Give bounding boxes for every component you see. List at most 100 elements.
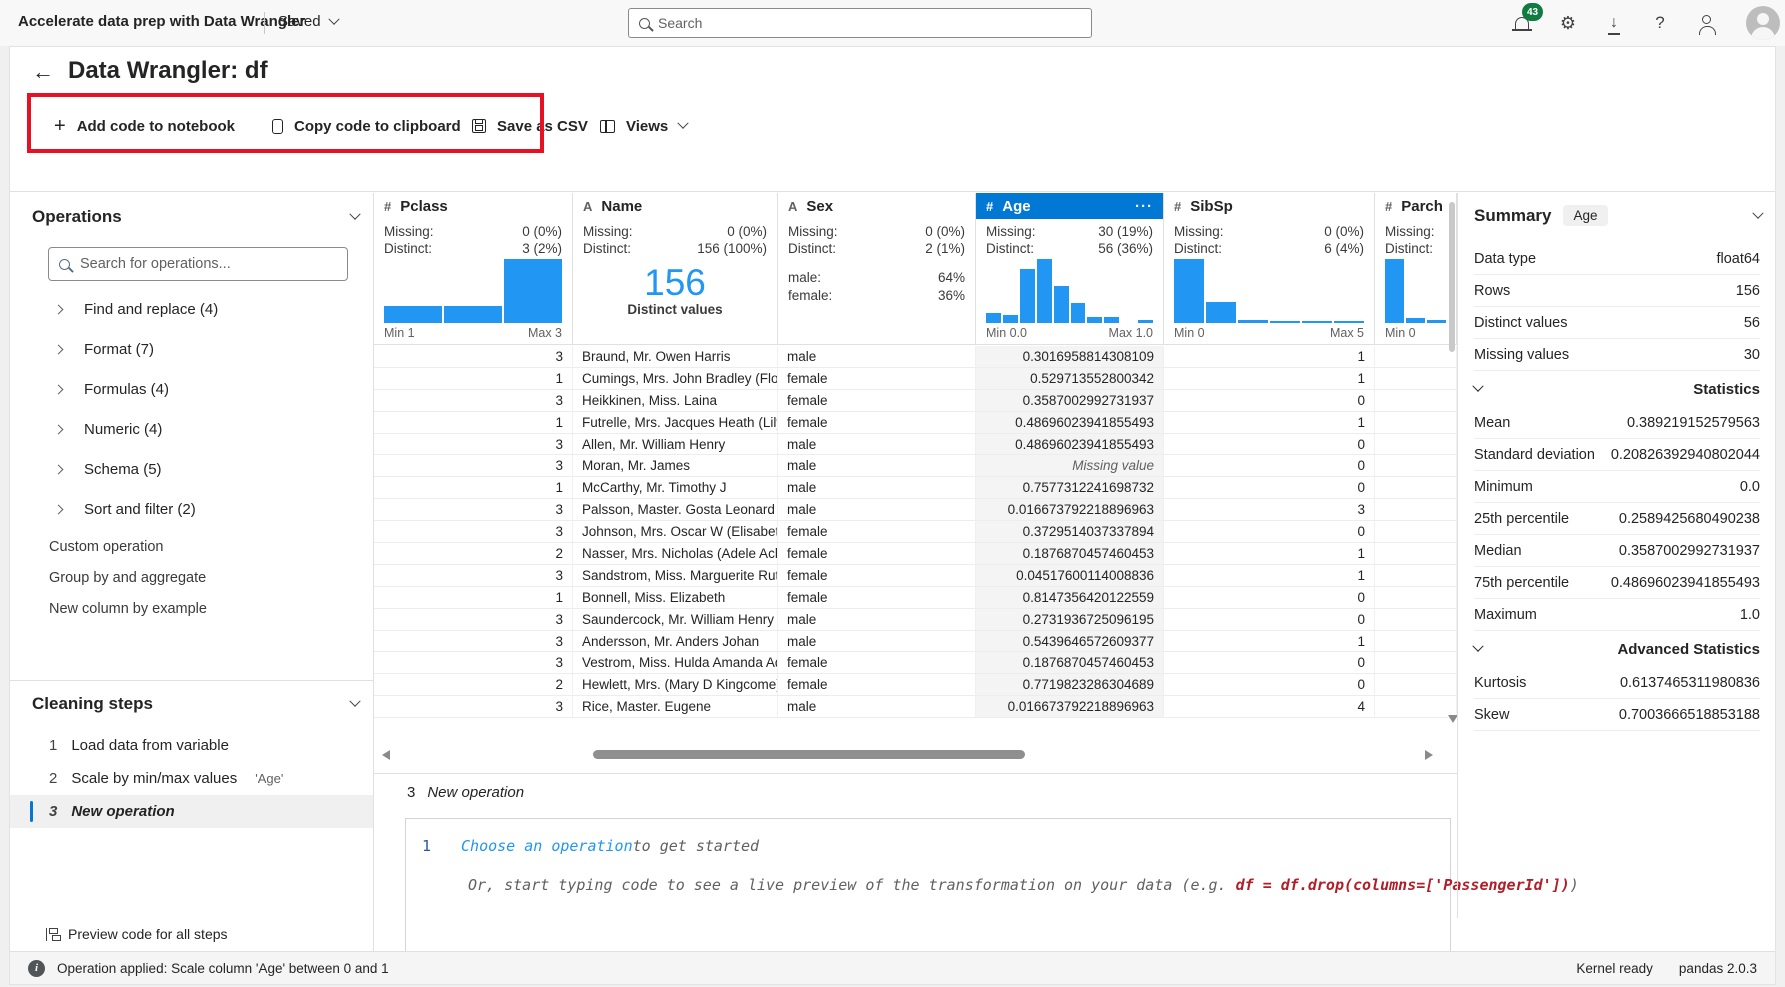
summary-value: 30	[1743, 346, 1760, 363]
cell-age: 0.3587002992731937	[976, 389, 1164, 411]
download-button[interactable]: ↓	[1602, 12, 1626, 35]
cell-age: 0.5439646572609377	[976, 630, 1164, 652]
copy-code-button[interactable]: Copy code to clipboard	[272, 113, 461, 139]
column-title-pclass[interactable]: # Pclass	[374, 193, 572, 219]
operations-search[interactable]	[48, 247, 348, 281]
histogram-bar	[986, 312, 1001, 323]
cell-name: Heikkinen, Miss. Laina	[573, 389, 778, 411]
cell-pclass: 3	[374, 499, 573, 521]
code-preview-icon	[46, 927, 61, 941]
operations-group-label: Numeric (4)	[84, 420, 163, 438]
table-row: 1 McCarthy, Mr. Timothy Jmale 0.7577312241…	[374, 477, 1457, 500]
cell-sibsp: 1	[1164, 346, 1375, 367]
cell-pclass: 3	[374, 455, 573, 477]
operations-group-numeric-[interactable]: Numeric (4)	[10, 409, 373, 449]
feedback-button[interactable]	[1694, 12, 1718, 35]
cell-parch	[1375, 630, 1457, 652]
cell-sex: female	[778, 367, 976, 389]
add-code-to-notebook-button[interactable]: + Add code to notebook	[54, 113, 235, 139]
vertical-scroll-thumb[interactable]	[1449, 202, 1455, 352]
chevron-right-icon	[53, 384, 64, 394]
column-title-age[interactable]: # Age ···	[976, 193, 1163, 219]
column-title-sex[interactable]: A Sex	[778, 193, 975, 219]
avatar[interactable]	[1746, 6, 1780, 40]
save-as-csv-button[interactable]: Save as CSV	[472, 113, 588, 139]
download-icon: ↓	[1608, 14, 1620, 35]
collapse-summary-icon[interactable]	[1752, 207, 1764, 219]
collapse-cleaning-steps-icon[interactable]	[349, 695, 361, 707]
vertical-scrollbar[interactable]	[1447, 200, 1456, 720]
column-title-parch[interactable]: # Parch	[1375, 193, 1456, 219]
cell-sibsp: 0	[1164, 477, 1375, 499]
cell-parch	[1375, 389, 1457, 411]
horizontal-scrollbar[interactable]	[374, 747, 1457, 763]
search-input[interactable]	[658, 15, 1081, 31]
operations-group-sort-and-filter-[interactable]: Sort and filter (2)	[10, 489, 373, 529]
cleaning-step-2[interactable]: 2 Scale by min/max values 'Age'	[10, 762, 373, 795]
scroll-left-arrow[interactable]	[382, 750, 390, 760]
table-row: 1Cumings, Mrs. John Bradley (Florencfema…	[374, 367, 1457, 390]
distinct-count-caption: Distinct values	[627, 301, 723, 317]
distinct-count-number: 156	[644, 261, 706, 303]
column-title-sibsp[interactable]: # SibSp	[1164, 193, 1374, 219]
help-button[interactable]: ?	[1648, 12, 1672, 34]
horizontal-scroll-thumb[interactable]	[593, 750, 1025, 759]
stat-row: Distinct: 156 (100%)	[583, 240, 767, 257]
saved-dropdown[interactable]: Saved	[278, 13, 340, 30]
cell-parch	[1375, 521, 1457, 543]
cell-parch	[1375, 477, 1457, 499]
cell-parch	[1375, 499, 1457, 521]
summary-section-advanced-statistics[interactable]: Advanced Statistics	[1472, 631, 1760, 667]
views-dropdown[interactable]: Views	[600, 113, 689, 139]
operations-item-new-column-by-example[interactable]: New column by example	[10, 593, 373, 624]
operations-group-format-[interactable]: Format (7)	[10, 329, 373, 369]
column-stats: Missing: 0 (0%) Distinct: 6 (4%)	[1164, 219, 1374, 257]
cell-pclass: 3	[374, 608, 573, 630]
operations-item-group-by-and-aggregate[interactable]: Group by and aggregate	[10, 562, 373, 593]
chevron-right-icon	[53, 504, 64, 514]
cleaning-step-3[interactable]: 3 New operation	[10, 795, 373, 828]
global-search[interactable]	[628, 8, 1092, 38]
cell-age: 0.529713552800342	[976, 367, 1164, 389]
histogram-bar	[1406, 317, 1425, 323]
summary-label: 25th percentile	[1474, 510, 1570, 527]
summary-row-rows: Rows 156	[1474, 275, 1760, 307]
operations-group-schema-[interactable]: Schema (5)	[10, 449, 373, 489]
views-icon	[600, 119, 615, 133]
chevron-down-icon	[1472, 380, 1484, 392]
collapse-operations-icon[interactable]	[349, 208, 361, 220]
column-viz: 156 Distinct values	[583, 257, 767, 323]
column-title-name[interactable]: A Name	[573, 193, 777, 219]
column-header-name: A Name Missing: 0 (0%) Distinct: 156 (100%) 15…	[573, 193, 778, 345]
cell-pclass: 1	[374, 411, 573, 433]
operations-search-input[interactable]	[80, 256, 337, 272]
chevron-down-icon	[1472, 640, 1484, 652]
stat-value: 0 (0%)	[522, 224, 562, 239]
cell-age: 0.04517600114008836	[976, 564, 1164, 586]
scroll-right-arrow[interactable]	[1425, 750, 1433, 760]
stat-row: Distinct: 56 (36%)	[986, 240, 1153, 257]
preview-code-all-steps-button[interactable]: Preview code for all steps	[46, 926, 228, 942]
stat-label: Distinct:	[384, 241, 433, 256]
operations-item-custom-operation[interactable]: Custom operation	[10, 531, 373, 562]
numeric-type-icon: #	[986, 198, 994, 214]
notification-badge: 43	[1522, 3, 1543, 21]
summary-section-statistics[interactable]: Statistics	[1472, 371, 1760, 407]
cell-pclass: 3	[374, 564, 573, 586]
search-icon	[59, 258, 70, 270]
back-button[interactable]: ←	[32, 59, 54, 85]
stat-label: Missing:	[583, 224, 633, 239]
stat-label: Missing:	[384, 224, 434, 239]
operations-group-formulas-[interactable]: Formulas (4)	[10, 369, 373, 409]
operations-group-find-and-replace-[interactable]: Find and replace (4)	[10, 289, 373, 329]
column-menu-icon[interactable]: ···	[1135, 198, 1153, 215]
help-icon: ?	[1655, 13, 1665, 32]
cleaning-step-1[interactable]: 1 Load data from variable	[10, 729, 373, 762]
choose-operation-link[interactable]: Choose an operation	[461, 837, 633, 855]
stat-row: Missing: 0 (0%)	[384, 223, 562, 240]
cell-parch	[1375, 696, 1457, 718]
cell-sex: female	[778, 521, 976, 543]
column-header-sibsp: # SibSp Missing: 0 (0%) Distinct: 6 (4%) Min 0…	[1164, 193, 1375, 345]
settings-button[interactable]: ⚙	[1556, 12, 1580, 34]
operations-group-label: Schema (5)	[84, 460, 162, 478]
